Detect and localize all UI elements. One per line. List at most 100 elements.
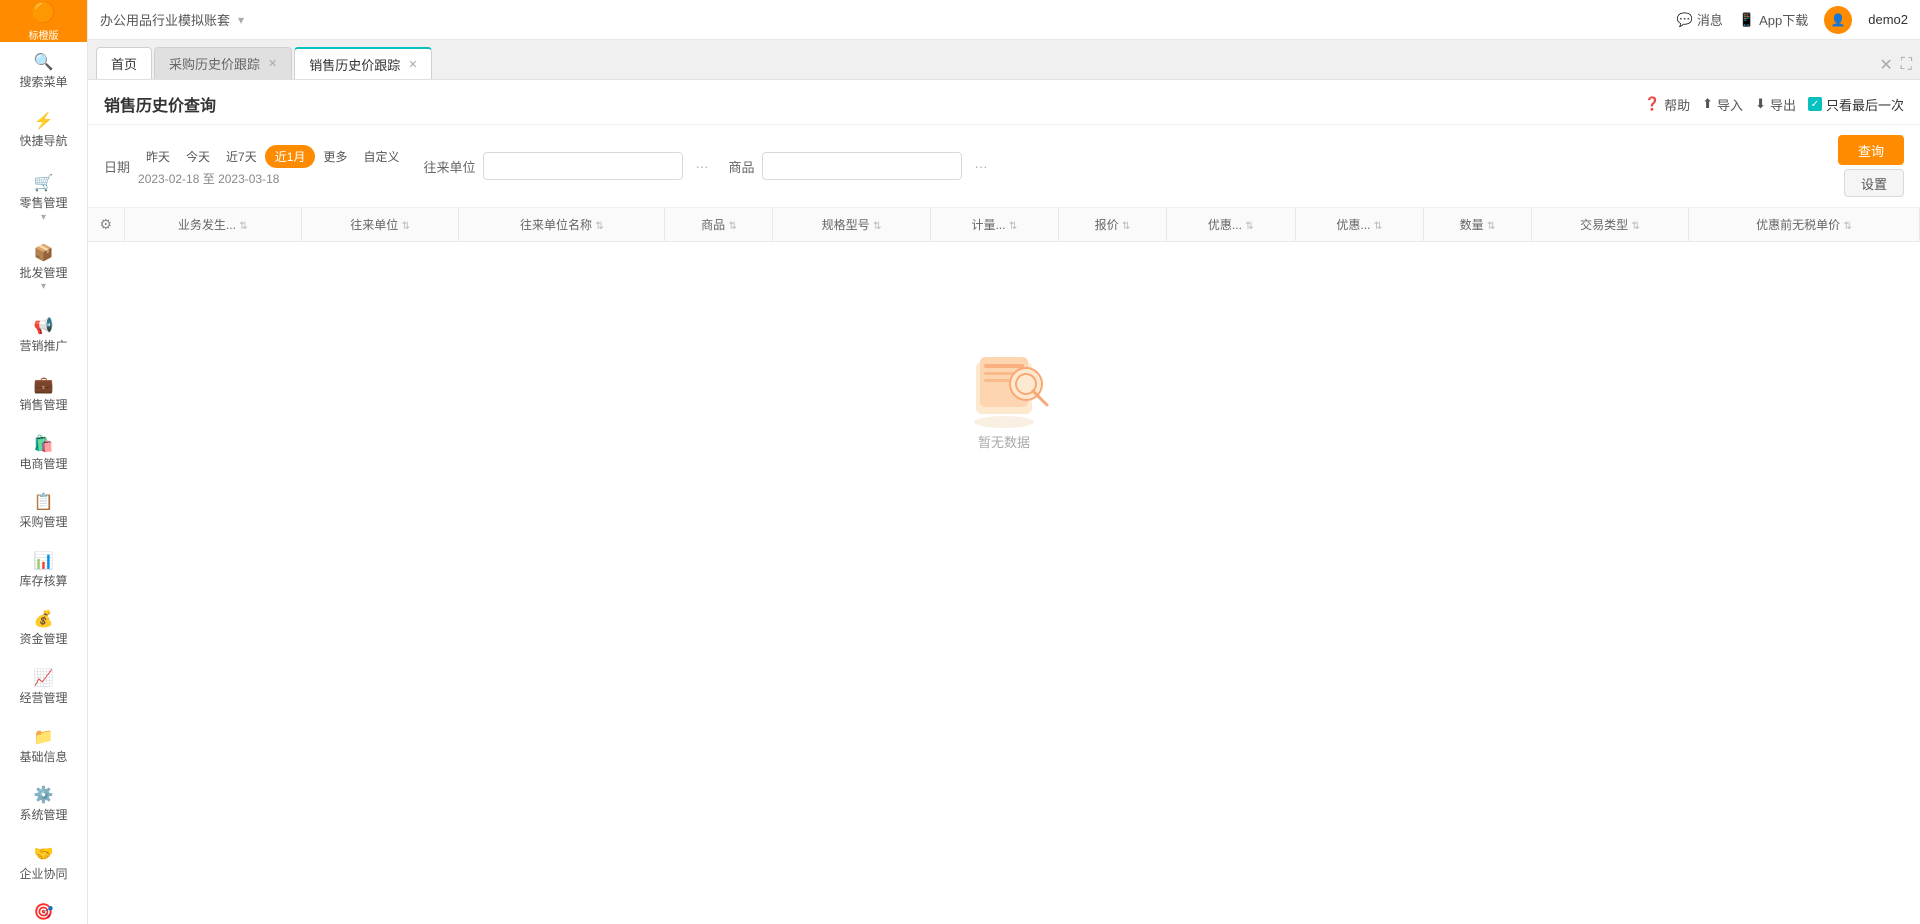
th-partner-name[interactable]: 往来单位名称 ⇅	[459, 208, 665, 242]
empty-state-text: 暂无数据	[978, 432, 1030, 451]
checkbox-icon: ✓	[1808, 97, 1822, 111]
th-trade-type[interactable]: 交易类型 ⇅	[1531, 208, 1688, 242]
app-download-btn[interactable]: 📱 App下载	[1739, 10, 1808, 29]
table-container[interactable]: ⚙ 业务发生... ⇅ 往来单位 ⇅ 往来单位名称 ⇅	[88, 208, 1920, 924]
tab-sales-close[interactable]: ✕	[408, 58, 417, 71]
sidebar-item-wholesale[interactable]: 📦 批发管理	[0, 233, 88, 303]
th-biz-date-label: 业务发生...	[178, 218, 236, 232]
sidebar-item-search[interactable]: 🔍 搜索菜单	[0, 42, 88, 101]
th-settings: ⚙	[88, 208, 124, 242]
sort-biz-date[interactable]: ⇅	[239, 221, 247, 232]
export-label: 导出	[1770, 95, 1796, 114]
user-avatar[interactable]: 👤	[1824, 6, 1852, 34]
counterparty-select-btn[interactable]: ···	[691, 159, 712, 174]
sidebar-item-ecommerce[interactable]: 🛍️ 电商管理	[0, 424, 88, 483]
counterparty-input[interactable]	[483, 152, 683, 180]
sort-discount1[interactable]: ⇅	[1245, 221, 1253, 232]
th-unit-label: 计量...	[971, 218, 1005, 232]
th-biz-date[interactable]: 业务发生... ⇅	[124, 208, 302, 242]
date-btn-today[interactable]: 今天	[178, 145, 218, 168]
sort-partner-code[interactable]: ⇅	[402, 221, 410, 232]
sort-pretax-price[interactable]: ⇅	[1844, 221, 1852, 232]
date-btn-yesterday[interactable]: 昨天	[138, 145, 178, 168]
date-btn-7days[interactable]: 近7天	[218, 145, 265, 168]
date-filter-group: 日期 昨天 今天 近7天 近1月 更多 自定义 2023-02-18 至 202…	[104, 145, 407, 187]
th-unit[interactable]: 计量... ⇅	[930, 208, 1058, 242]
help-btn[interactable]: ❓ 帮助	[1644, 95, 1690, 114]
th-spec-label: 规格型号	[822, 218, 870, 232]
only-last-checkbox[interactable]: ✓ 只看最后一次	[1808, 95, 1904, 114]
sidebar-item-inventory[interactable]: 📊 库存核算	[0, 541, 88, 600]
message-btn[interactable]: 💬 消息	[1677, 10, 1723, 29]
import-btn[interactable]: ⬆ 导入	[1702, 95, 1743, 114]
breadcrumb-title: 办公用品行业模拟账套	[100, 10, 230, 29]
sidebar-item-label: 系统管理	[19, 808, 67, 824]
username[interactable]: demo2	[1868, 12, 1908, 27]
tab-bar: 首页 采购历史价跟踪 ✕ 销售历史价跟踪 ✕ ✕ ⛶	[88, 40, 1920, 80]
date-btn-more[interactable]: 更多	[315, 145, 355, 168]
goods-select-btn[interactable]: ···	[970, 159, 991, 174]
th-discount2-label: 优惠...	[1336, 218, 1370, 232]
sidebar-item-label: 零售管理	[19, 196, 67, 212]
sidebar-item-quick-nav[interactable]: ⚡ 快捷导航	[0, 101, 88, 160]
date-btn-1month[interactable]: 近1月	[265, 145, 316, 168]
sidebar-item-enterprise-coop[interactable]: 🤝 企业协同	[0, 834, 88, 893]
th-discount2[interactable]: 优惠... ⇅	[1295, 208, 1423, 242]
tab-sales[interactable]: 销售历史价跟踪 ✕	[294, 47, 432, 79]
import-icon: ⬆	[1702, 96, 1713, 112]
breadcrumb-dropdown-icon[interactable]: ▾	[238, 13, 244, 27]
retail-icon: 🛒	[34, 173, 54, 193]
sidebar-item-label: 采购管理	[19, 515, 67, 531]
settings-button[interactable]: 设置	[1844, 169, 1904, 197]
logo[interactable]: 🟠 标橙版	[0, 0, 88, 42]
goods-input[interactable]	[762, 152, 962, 180]
sort-trade-type[interactable]: ⇅	[1632, 221, 1640, 232]
basicinfo-icon: 📁	[34, 727, 54, 747]
filter-bar: 日期 昨天 今天 近7天 近1月 更多 自定义 2023-02-18 至 202…	[88, 125, 1920, 208]
th-discount1[interactable]: 优惠... ⇅	[1167, 208, 1295, 242]
export-btn[interactable]: ⬇ 导出	[1755, 95, 1796, 114]
th-partner-code-label: 往来单位	[350, 218, 398, 232]
logo-icon: 🟠	[31, 0, 56, 25]
tab-purchase[interactable]: 采购历史价跟踪 ✕	[154, 47, 292, 79]
sidebar-item-sales-mgmt[interactable]: 💼 销售管理	[0, 365, 88, 424]
search-icon: 🔍	[34, 52, 54, 72]
column-settings-icon[interactable]: ⚙	[99, 216, 112, 232]
sort-discount2[interactable]: ⇅	[1374, 221, 1382, 232]
th-goods[interactable]: 商品 ⇅	[665, 208, 773, 242]
th-discount1-label: 优惠...	[1208, 218, 1242, 232]
sort-unit[interactable]: ⇅	[1009, 221, 1017, 232]
page-title-bar: 销售历史价查询 ❓ 帮助 ⬆ 导入 ⬇ 导出 ✓ 只看最后一次	[88, 80, 1920, 125]
counterparty-filter: 往来单位 ···	[423, 152, 712, 180]
tab-home[interactable]: 首页	[96, 47, 152, 79]
sort-spec[interactable]: ⇅	[873, 221, 881, 232]
th-spec[interactable]: 规格型号 ⇅	[773, 208, 930, 242]
sidebar-item-retail[interactable]: 🛒 零售管理	[0, 163, 88, 233]
sidebar-item-label: 库存核算	[19, 574, 67, 590]
close-window-btn[interactable]: ✕	[1879, 55, 1892, 75]
th-quote[interactable]: 报价 ⇅	[1059, 208, 1167, 242]
sort-quantity[interactable]: ⇅	[1487, 221, 1495, 232]
sidebar-item-purchase[interactable]: 📋 采购管理	[0, 482, 88, 541]
th-pretax-price[interactable]: 优惠前无税单价 ⇅	[1689, 208, 1920, 242]
th-quantity-label: 数量	[1460, 218, 1484, 232]
sort-quote[interactable]: ⇅	[1122, 221, 1130, 232]
query-button[interactable]: 查询	[1838, 135, 1904, 165]
th-quantity[interactable]: 数量 ⇅	[1423, 208, 1531, 242]
window-controls: ✕ ⛶	[1879, 55, 1912, 75]
th-partner-code[interactable]: 往来单位 ⇅	[302, 208, 459, 242]
date-btn-custom[interactable]: 自定义	[355, 145, 407, 168]
sidebar-item-guide[interactable]: 🎯 新手引导	[0, 892, 88, 924]
sidebar-item-system[interactable]: ⚙️ 系统管理	[0, 775, 88, 834]
sort-partner-name[interactable]: ⇅	[595, 221, 603, 232]
tab-purchase-close[interactable]: ✕	[268, 57, 277, 70]
operation-icon: 📈	[34, 668, 54, 688]
sidebar-item-basic-info[interactable]: 📁 基础信息	[0, 717, 88, 776]
maximize-window-btn[interactable]: ⛶	[1901, 56, 1912, 74]
sidebar-item-marketing[interactable]: 📢 营销推广	[0, 306, 88, 365]
th-goods-label: 商品	[701, 218, 725, 232]
sidebar-item-finance[interactable]: 💰 资金管理	[0, 599, 88, 658]
sidebar-item-operation[interactable]: 📈 经营管理	[0, 658, 88, 717]
page-title: 销售历史价查询	[104, 92, 216, 116]
sort-goods[interactable]: ⇅	[728, 221, 736, 232]
